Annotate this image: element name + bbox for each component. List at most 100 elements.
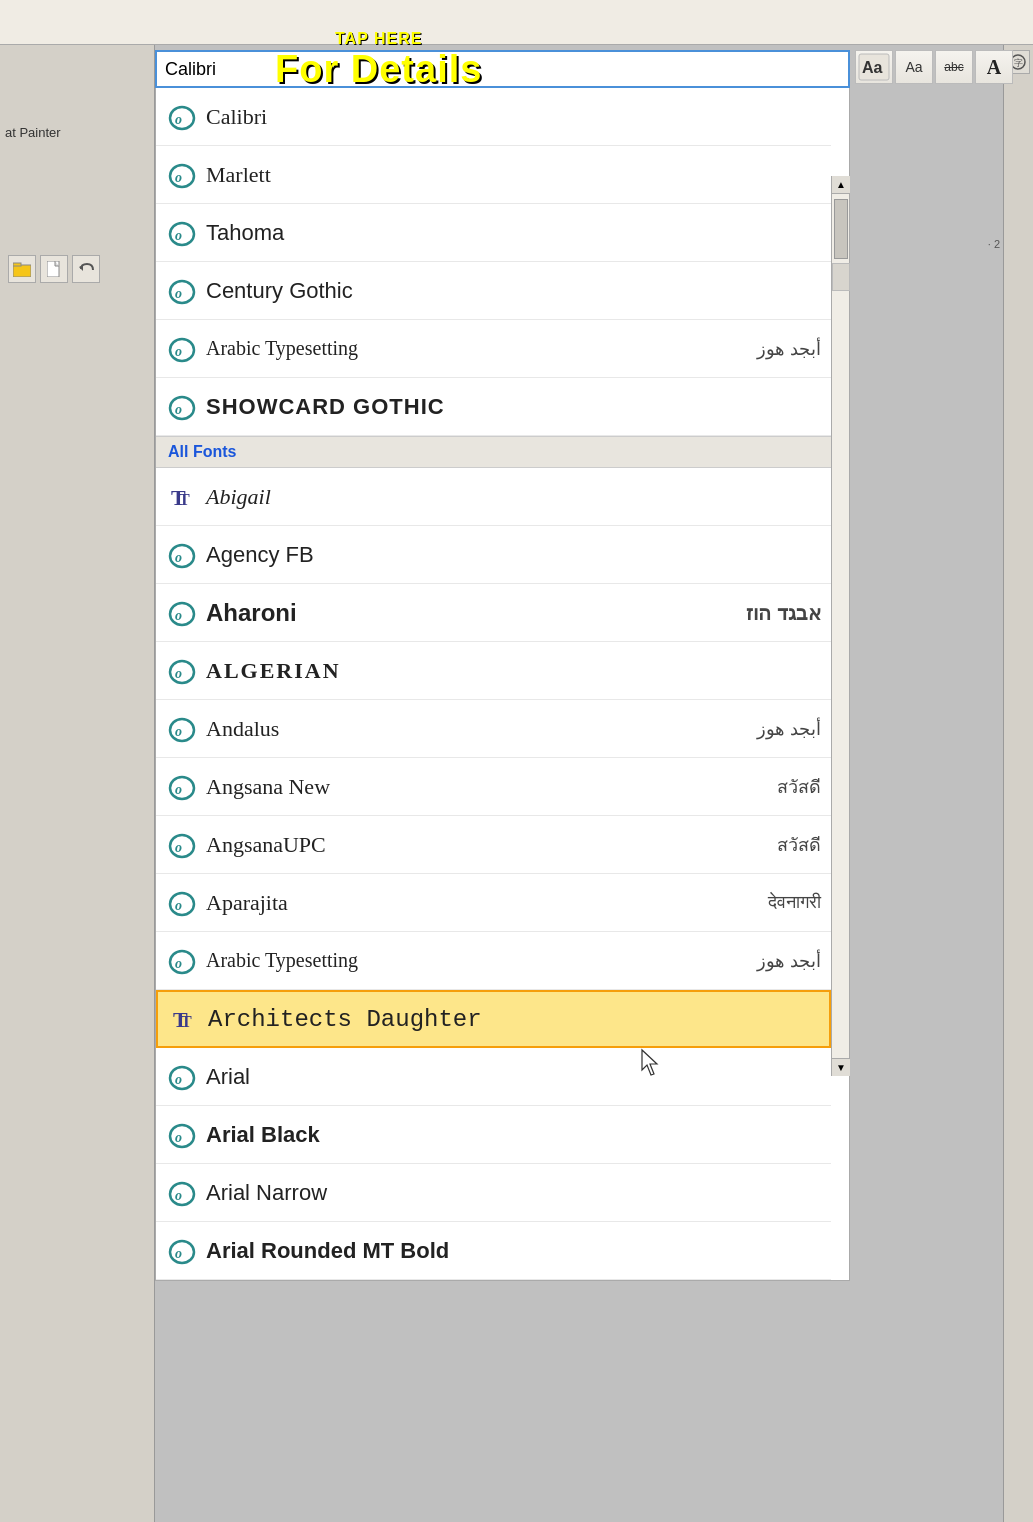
- font-preview-arabic-typesetting: أبجد هوز: [757, 338, 821, 360]
- ot-icon-arabic2: o: [166, 945, 198, 977]
- new-doc-icon[interactable]: [40, 255, 68, 283]
- svg-point-44: [170, 1183, 194, 1205]
- svg-text:字: 字: [1014, 58, 1023, 68]
- font-preview-angsanaupc: สวัสดี: [777, 830, 821, 859]
- font-item-showcard-gothic[interactable]: o SHOWCARD GOTHIC: [156, 378, 831, 436]
- font-abc-btn[interactable]: abc: [935, 50, 973, 84]
- font-item-algerian[interactable]: o ALGERIAN: [156, 642, 831, 700]
- scroll-track: [832, 263, 850, 291]
- svg-text:o: o: [175, 344, 182, 359]
- folder-icon[interactable]: [8, 255, 36, 283]
- svg-point-28: [170, 719, 194, 741]
- font-size-btn[interactable]: Aa: [855, 50, 893, 84]
- svg-text:T: T: [179, 491, 190, 508]
- font-item-andalus[interactable]: o Andalus أبجد هوز: [156, 700, 831, 758]
- font-item-arial-black[interactable]: o Arial Black: [156, 1106, 831, 1164]
- svg-point-12: [170, 223, 194, 245]
- font-input[interactable]: [165, 59, 840, 80]
- font-name-angsana-new: Angsana New: [206, 774, 330, 800]
- svg-rect-0: [13, 265, 31, 277]
- font-name-century-gothic: Century Gothic: [206, 278, 353, 304]
- svg-text:o: o: [175, 228, 182, 243]
- font-item-aharoni[interactable]: o Aharoni אבגד הוז: [156, 584, 831, 642]
- font-name-aparajita: Aparajita: [206, 890, 288, 916]
- font-preview-aparajita: देवनागरी: [768, 892, 821, 913]
- ot-icon-aharoni: o: [166, 597, 198, 629]
- font-name-tahoma: Tahoma: [206, 220, 284, 246]
- font-list-scrollbar[interactable]: ▲ ▼: [831, 176, 849, 1076]
- font-item-arial-rounded[interactable]: o Arial Rounded MT Bold: [156, 1222, 831, 1280]
- ruler-indicator: · 2: [988, 238, 1000, 250]
- painter-label: at Painter: [5, 125, 61, 140]
- font-item-calibri[interactable]: o Calibri: [156, 88, 831, 146]
- svg-point-10: [170, 165, 194, 187]
- svg-text:o: o: [175, 402, 182, 417]
- undo-icon[interactable]: [72, 255, 100, 283]
- font-name-arial-narrow: Arial Narrow: [206, 1180, 327, 1206]
- font-item-marlett[interactable]: o Marlett: [156, 146, 831, 204]
- font-name-algerian: ALGERIAN: [206, 658, 341, 684]
- svg-text:o: o: [175, 1246, 182, 1261]
- svg-point-46: [170, 1241, 194, 1263]
- scroll-thumb[interactable]: [834, 199, 848, 259]
- ot-icon-angsanaupc: o: [166, 829, 198, 861]
- ot-icon-marlett: o: [166, 159, 198, 191]
- font-preview-aharoni: אבגד הוז: [746, 601, 821, 625]
- font-item-arial[interactable]: o Arial: [156, 1048, 831, 1106]
- font-item-arial-narrow[interactable]: o Arial Narrow: [156, 1164, 831, 1222]
- svg-point-42: [170, 1125, 194, 1147]
- font-name-aharoni: Aharoni: [206, 599, 297, 627]
- font-a-large-btn[interactable]: A: [975, 50, 1013, 84]
- font-name-arabic-typesetting: Arabic Typesetting: [206, 337, 358, 360]
- svg-text:o: o: [175, 956, 182, 971]
- svg-point-40: [170, 1067, 194, 1089]
- svg-point-30: [170, 777, 194, 799]
- svg-rect-1: [13, 263, 21, 266]
- svg-text:o: o: [175, 286, 182, 301]
- font-item-tahoma[interactable]: o Tahoma: [156, 204, 831, 262]
- scroll-up-arrow[interactable]: ▲: [832, 176, 850, 194]
- font-item-architects-daughter[interactable]: T T Architects Daughter: [156, 990, 831, 1048]
- ot-icon-aparajita: o: [166, 887, 198, 919]
- ot-icon-century-gothic: o: [166, 275, 198, 307]
- svg-text:o: o: [175, 898, 182, 913]
- font-name-abigail: Abigail: [206, 484, 271, 510]
- svg-text:o: o: [175, 608, 182, 623]
- svg-point-32: [170, 835, 194, 857]
- font-item-agency-fb[interactable]: o Agency FB: [156, 526, 831, 584]
- svg-point-18: [170, 397, 194, 419]
- svg-text:o: o: [175, 170, 182, 185]
- ot-icon-calibri: o: [166, 101, 198, 133]
- ot-icon-angsana-new: o: [166, 771, 198, 803]
- svg-rect-2: [47, 261, 59, 277]
- font-item-angsana-new[interactable]: o Angsana New สวัสดี: [156, 758, 831, 816]
- font-item-arabic-typesetting[interactable]: o Arabic Typesetting أبجد هوز: [156, 320, 831, 378]
- font-item-aparajita[interactable]: o Aparajita देवनागरी: [156, 874, 831, 932]
- font-list: o Calibri o Marlett o Tahoma: [156, 88, 831, 1280]
- font-item-century-gothic[interactable]: o Century Gothic: [156, 262, 831, 320]
- ot-icon-tahoma: o: [166, 217, 198, 249]
- font-preview-angsana-new: สวัสดี: [777, 772, 821, 801]
- svg-point-34: [170, 893, 194, 915]
- svg-text:Aa: Aa: [862, 59, 883, 76]
- font-preview-arabic2: أبجد هوز: [757, 950, 821, 972]
- font-name-calibri: Calibri: [206, 104, 267, 130]
- svg-point-36: [170, 951, 194, 973]
- font-preview-andalus: أبجد هوز: [757, 718, 821, 740]
- ot-icon-showcard: o: [166, 391, 198, 423]
- svg-text:o: o: [175, 550, 182, 565]
- svg-point-16: [170, 339, 194, 361]
- font-input-bar[interactable]: [155, 50, 850, 88]
- ot-icon-arial: o: [166, 1061, 198, 1093]
- font-item-angsanaupc[interactable]: o AngsanaUPC สวัสดี: [156, 816, 831, 874]
- font-name-arial: Arial: [206, 1064, 250, 1090]
- font-item-arabic-typesetting2[interactable]: o Arabic Typesetting أبجد هوز: [156, 932, 831, 990]
- font-name-showcard-gothic: SHOWCARD GOTHIC: [206, 394, 445, 420]
- font-style-btn[interactable]: Aa: [895, 50, 933, 84]
- font-item-abigail[interactable]: T T Abigail: [156, 468, 831, 526]
- ot-icon-algerian: o: [166, 655, 198, 687]
- scroll-down-arrow[interactable]: ▼: [832, 1058, 850, 1076]
- tt-icon-abigail: T T: [166, 481, 198, 513]
- svg-point-22: [170, 545, 194, 567]
- svg-text:o: o: [175, 1188, 182, 1203]
